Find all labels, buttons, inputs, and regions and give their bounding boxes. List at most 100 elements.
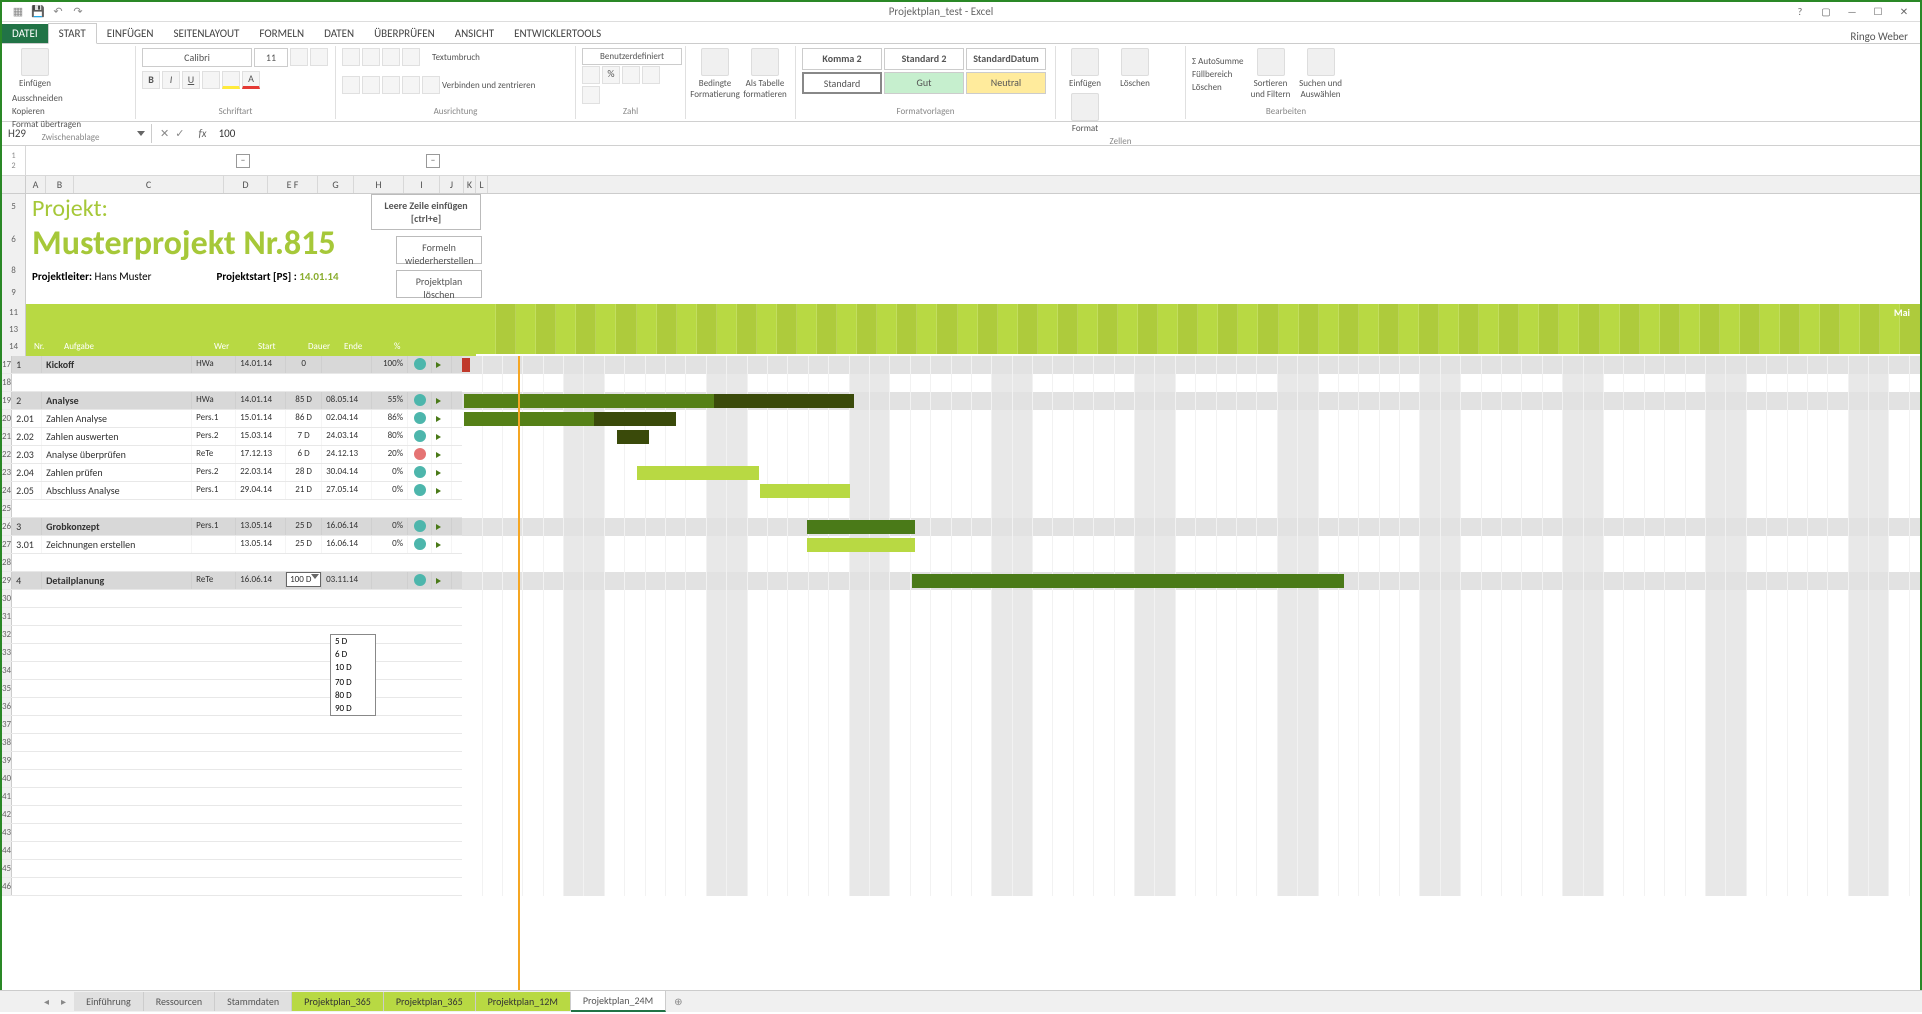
gantt-bar[interactable]: [807, 538, 915, 552]
increase-decimal-icon[interactable]: [642, 66, 660, 84]
task-start[interactable]: 29.04.14: [236, 482, 286, 499]
task-start[interactable]: 15.01.14: [236, 410, 286, 427]
row-header[interactable]: 42: [2, 806, 12, 823]
task-progress[interactable]: 86%: [372, 410, 408, 427]
task-end[interactable]: [322, 356, 372, 373]
task-id[interactable]: 4: [12, 572, 42, 589]
task-duration[interactable]: 25 D: [286, 518, 322, 535]
tab-formulas[interactable]: FORMELN: [249, 24, 314, 43]
task-end[interactable]: 03.11.14: [322, 572, 372, 589]
task-id[interactable]: 3: [12, 518, 42, 535]
sheet-tab[interactable]: Projektplan_365: [384, 992, 476, 1011]
column-header[interactable]: G: [318, 176, 354, 193]
gantt-bar[interactable]: [760, 484, 850, 498]
task-name[interactable]: Abschluss Analyse: [42, 482, 192, 499]
task-who[interactable]: Pers.2: [192, 428, 236, 445]
increase-indent-icon[interactable]: [422, 76, 440, 94]
row-header[interactable]: 38: [2, 734, 12, 751]
tab-review[interactable]: ÜBERPRÜFEN: [364, 24, 445, 43]
task-id[interactable]: 2.05: [12, 482, 42, 499]
task-duration[interactable]: 25 D: [286, 536, 322, 553]
task-id[interactable]: 2.03: [12, 446, 42, 463]
row-header[interactable]: 39: [2, 752, 12, 769]
currency-icon[interactable]: [582, 66, 600, 84]
task-progress[interactable]: [372, 572, 408, 589]
sheet-tab[interactable]: Einführung: [74, 992, 144, 1011]
task-duration[interactable]: 6 D: [286, 446, 322, 463]
row-header[interactable]: 27: [2, 536, 12, 553]
gantt-bar[interactable]: [462, 358, 470, 372]
find-select-button[interactable]: Suchen und Auswählen: [1298, 48, 1344, 100]
row-header[interactable]: 36: [2, 698, 12, 715]
task-name[interactable]: Zahlen prüfen: [42, 464, 192, 481]
row-header[interactable]: 34: [2, 662, 12, 679]
restore-formulas-button[interactable]: Formeln wiederherstellen: [396, 236, 482, 264]
tab-file[interactable]: DATEI: [2, 24, 48, 43]
task-start[interactable]: 16.06.14: [236, 572, 286, 589]
task-id[interactable]: 2: [12, 392, 42, 409]
paste-button[interactable]: Einfügen: [12, 48, 58, 89]
user-name[interactable]: Ringo Weber: [1850, 30, 1920, 43]
task-name[interactable]: Kickoff: [42, 356, 192, 373]
copy-button[interactable]: Kopieren: [12, 106, 81, 117]
align-middle-icon[interactable]: [362, 48, 380, 66]
cancel-formula-icon[interactable]: ✕: [160, 127, 169, 140]
cut-button[interactable]: Ausschneiden: [12, 93, 81, 104]
task-who[interactable]: Pers.1: [192, 410, 236, 427]
outline-levels[interactable]: 12: [2, 146, 26, 175]
task-duration[interactable]: 28 D: [286, 464, 322, 481]
task-duration[interactable]: 0: [286, 356, 322, 373]
task-name[interactable]: Zeichnungen erstellen: [42, 536, 192, 553]
delete-plan-button[interactable]: Projektplan löschen: [396, 270, 482, 298]
minimize-icon[interactable]: —: [1840, 4, 1864, 20]
undo-icon[interactable]: ↶: [50, 4, 66, 20]
row-header[interactable]: 37: [2, 716, 12, 733]
tab-nav-prev-icon[interactable]: ▸: [53, 995, 74, 1008]
task-end[interactable]: 16.06.14: [322, 518, 372, 535]
row-header[interactable]: 29: [2, 572, 12, 589]
align-right-icon[interactable]: [382, 76, 400, 94]
task-start[interactable]: 13.05.14: [236, 536, 286, 553]
task-id[interactable]: 2.04: [12, 464, 42, 481]
task-progress[interactable]: 20%: [372, 446, 408, 463]
column-header[interactable]: J: [440, 176, 464, 193]
close-icon[interactable]: ✕: [1892, 4, 1916, 20]
task-start[interactable]: 14.01.14: [236, 392, 286, 409]
row-header[interactable]: 17: [2, 356, 12, 373]
row-header[interactable]: 44: [2, 842, 12, 859]
row-header[interactable]: 24: [2, 482, 12, 499]
task-who[interactable]: Pers.1: [192, 482, 236, 499]
style-standard[interactable]: Standard: [802, 72, 882, 94]
sheet-tab-active[interactable]: Projektplan_24M: [571, 991, 666, 1012]
row-header[interactable]: 46: [2, 878, 12, 895]
fill-color-icon[interactable]: [222, 71, 240, 89]
task-who[interactable]: ReTe: [192, 572, 236, 589]
worksheet[interactable]: 5689 Projekt: Musterprojekt Nr.815 Proje…: [2, 194, 1920, 1014]
task-id[interactable]: 2.01: [12, 410, 42, 427]
task-end[interactable]: 16.06.14: [322, 536, 372, 553]
column-header[interactable]: A: [26, 176, 46, 193]
task-start[interactable]: 17.12.13: [236, 446, 286, 463]
underline-icon[interactable]: U: [182, 71, 200, 89]
outline-collapse-button[interactable]: −: [426, 154, 440, 168]
column-header[interactable]: I: [404, 176, 440, 193]
gantt-bar[interactable]: [617, 430, 649, 444]
autosum-button[interactable]: Σ AutoSumme: [1192, 56, 1244, 67]
task-progress[interactable]: 0%: [372, 464, 408, 481]
task-progress[interactable]: 100%: [372, 356, 408, 373]
redo-icon[interactable]: ↷: [70, 4, 86, 20]
tab-nav-first-icon[interactable]: ◂: [40, 995, 53, 1008]
task-name[interactable]: Zahlen Analyse: [42, 410, 192, 427]
style-komma2[interactable]: Komma 2: [802, 48, 882, 70]
task-id[interactable]: 3.01: [12, 536, 42, 553]
percent-icon[interactable]: %: [602, 66, 620, 84]
tab-view[interactable]: ANSICHT: [445, 24, 504, 43]
task-duration[interactable]: 21 D: [286, 482, 322, 499]
select-all-button[interactable]: [2, 176, 26, 193]
duration-select[interactable]: 100 D: [286, 572, 321, 587]
task-duration[interactable]: 86 D: [286, 410, 322, 427]
row-header[interactable]: 32: [2, 626, 12, 643]
task-start[interactable]: 13.05.14: [236, 518, 286, 535]
align-bottom-icon[interactable]: [382, 48, 400, 66]
column-header[interactable]: E F: [268, 176, 318, 193]
